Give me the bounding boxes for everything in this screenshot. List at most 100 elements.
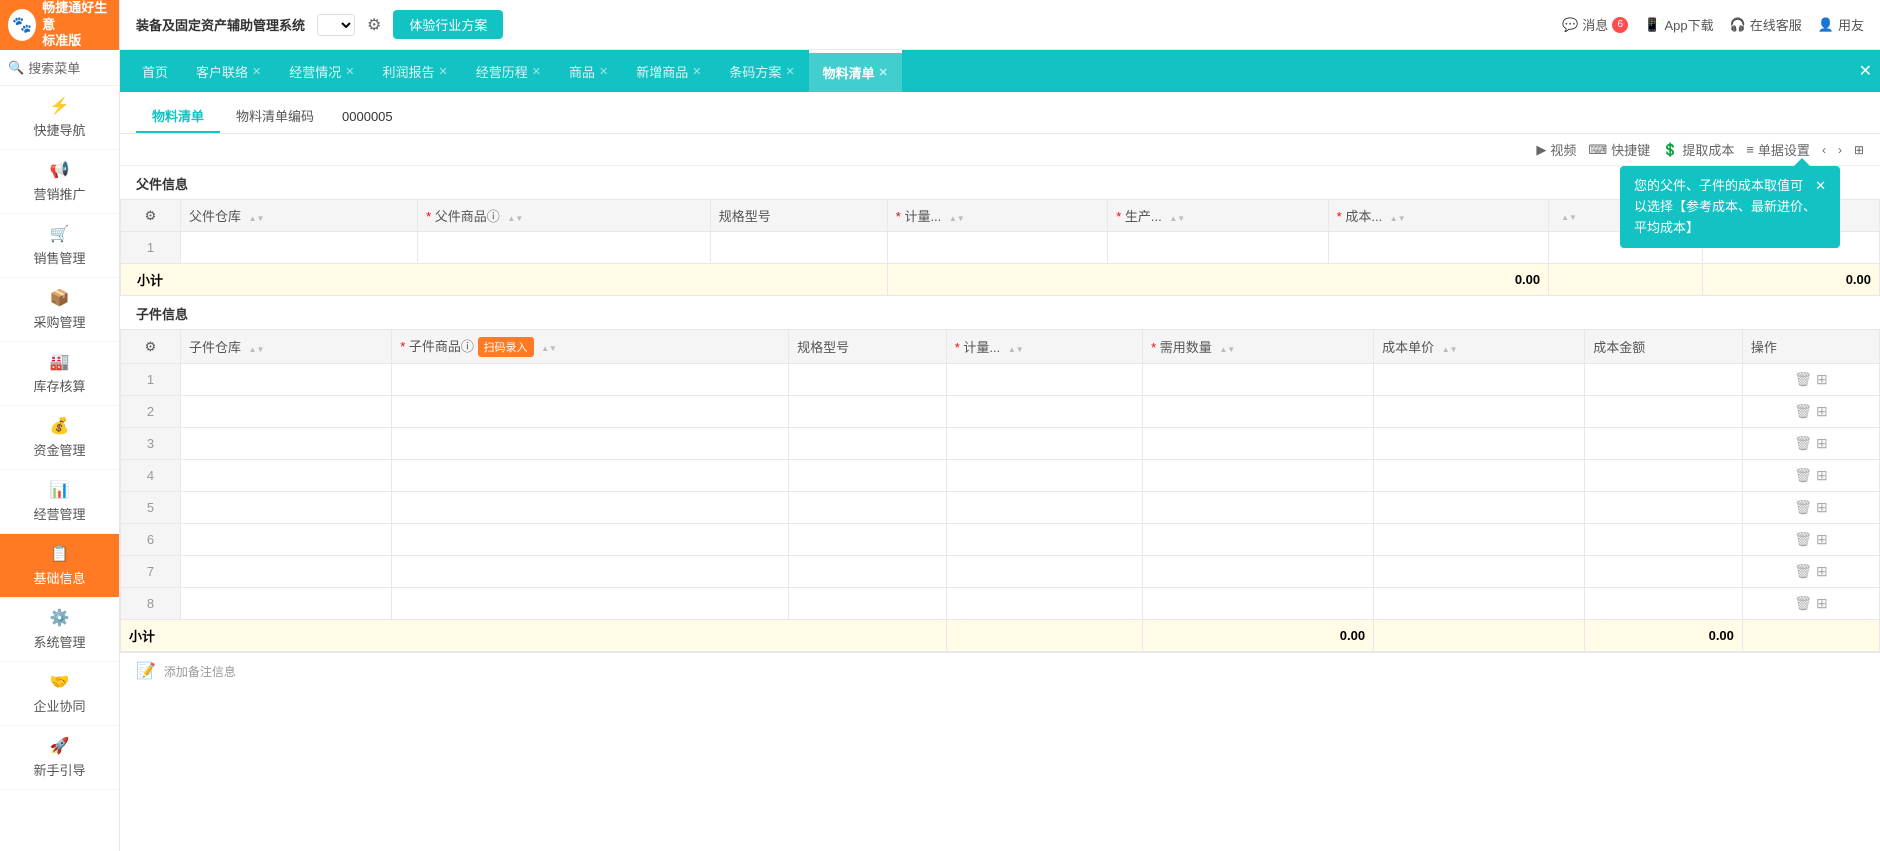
child-unit-6[interactable] [946,524,1142,556]
child-goods-7[interactable] [392,556,789,588]
child-unit-8[interactable] [946,588,1142,620]
child-unit-1[interactable] [946,364,1142,396]
sidebar-item-system[interactable]: ⚙️ 系统管理 [0,598,119,662]
child-cost-price-1[interactable] [1374,364,1585,396]
app-download-btn[interactable]: 📱 App下载 [1644,15,1713,34]
child-warehouse-5[interactable] [181,492,392,524]
tab-operations[interactable]: 经营情况 ✕ [275,50,368,92]
service-btn[interactable]: 🎧 在线客服 [1730,15,1802,34]
tooltip-close[interactable]: ✕ [1815,176,1826,197]
tab-barcode-close[interactable]: ✕ [785,65,794,78]
child-spec-5[interactable] [789,492,947,524]
tab-bom[interactable]: 物料清单 ✕ [809,50,902,92]
child-spec-1[interactable] [789,364,947,396]
delete-icon-2[interactable]: 🗑 [1794,403,1812,420]
tab-goods-close[interactable]: ✕ [599,65,608,78]
delete-icon-1[interactable]: 🗑 [1794,371,1812,388]
single-setting-btn[interactable]: ≡ 单据设置 [1746,140,1810,159]
child-unit-5[interactable] [946,492,1142,524]
child-warehouse-7[interactable] [181,556,392,588]
child-cost-price-8[interactable] [1374,588,1585,620]
child-warehouse-3[interactable] [181,428,392,460]
child-cost-price-5[interactable] [1374,492,1585,524]
tab-bom-close[interactable]: ✕ [879,66,888,79]
parent-spec-1[interactable] [710,232,887,264]
shortcut-btn[interactable]: ⌨ 快捷键 [1588,140,1650,159]
tab-home[interactable]: 首页 [128,50,182,92]
copy-icon-2[interactable]: ⊞ [1816,403,1828,420]
gear-icon[interactable]: ⚙ [367,15,381,35]
child-unit-2[interactable] [946,396,1142,428]
child-warehouse-2[interactable] [181,396,392,428]
nav-next-btn[interactable]: › [1838,143,1842,157]
tab-history[interactable]: 经营历程 ✕ [462,50,555,92]
copy-icon-3[interactable]: ⊞ [1816,435,1828,452]
child-spec-3[interactable] [789,428,947,460]
child-spec-4[interactable] [789,460,947,492]
child-needed-6[interactable] [1143,524,1374,556]
delete-icon-5[interactable]: 🗑 [1794,499,1812,516]
search-menu[interactable]: 🔍 搜索菜单 [0,50,119,86]
parent-goods-1[interactable] [418,232,711,264]
child-goods-8[interactable] [392,588,789,620]
child-needed-3[interactable] [1143,428,1374,460]
delete-icon-8[interactable]: 🗑 [1794,595,1812,612]
message-btn[interactable]: 💬 消息 6 [1562,15,1628,34]
child-unit-3[interactable] [946,428,1142,460]
tab-history-close[interactable]: ✕ [532,65,541,78]
child-needed-8[interactable] [1143,588,1374,620]
layout-icon[interactable]: ⊞ [1854,143,1864,157]
cost-btn[interactable]: 💲 提取成本 [1662,140,1734,159]
child-warehouse-8[interactable] [181,588,392,620]
sub-tab-bom-code[interactable]: 物料清单编码 [220,100,330,133]
trial-button[interactable]: 体验行业方案 [393,10,503,39]
parent-unit-1[interactable] [887,232,1107,264]
sidebar-item-inventory[interactable]: 🏭 库存核算 [0,342,119,406]
copy-icon-4[interactable]: ⊞ [1816,467,1828,484]
sidebar-item-quick-nav[interactable]: ⚡ 快捷导航 [0,86,119,150]
child-cost-price-3[interactable] [1374,428,1585,460]
copy-icon-8[interactable]: ⊞ [1816,595,1828,612]
child-goods-2[interactable] [392,396,789,428]
child-goods-1[interactable] [392,364,789,396]
child-unit-4[interactable] [946,460,1142,492]
child-needed-4[interactable] [1143,460,1374,492]
tab-profit[interactable]: 利润报告 ✕ [368,50,461,92]
user-btn[interactable]: 👤 用友 [1818,15,1864,34]
scan-badge[interactable]: 扫码录入 [478,337,534,357]
bottom-bar-hint[interactable]: 添加备注信息 [164,663,236,680]
sidebar-item-operations[interactable]: 📊 经营管理 [0,470,119,534]
child-goods-3[interactable] [392,428,789,460]
child-spec-2[interactable] [789,396,947,428]
copy-icon-7[interactable]: ⊞ [1816,563,1828,580]
child-warehouse-6[interactable] [181,524,392,556]
tab-operations-close[interactable]: ✕ [345,65,354,78]
tab-customer[interactable]: 客户联络 ✕ [182,50,275,92]
close-all-tabs[interactable]: ✕ [1859,61,1872,81]
child-warehouse-1[interactable] [181,364,392,396]
child-spec-8[interactable] [789,588,947,620]
tab-new-goods[interactable]: 新增商品 ✕ [622,50,715,92]
copy-icon-1[interactable]: ⊞ [1816,371,1828,388]
child-needed-1[interactable] [1143,364,1374,396]
tab-customer-close[interactable]: ✕ [252,65,261,78]
sidebar-item-purchase[interactable]: 📦 采购管理 [0,278,119,342]
copy-icon-5[interactable]: ⊞ [1816,499,1828,516]
sidebar-item-enterprise[interactable]: 🤝 企业协同 [0,662,119,726]
child-cost-price-4[interactable] [1374,460,1585,492]
tab-barcode[interactable]: 条码方案 ✕ [715,50,808,92]
child-needed-5[interactable] [1143,492,1374,524]
system-select[interactable] [317,14,355,36]
parent-col-gear[interactable]: ⚙ [121,200,181,232]
parent-warehouse-1[interactable] [181,232,418,264]
delete-icon-3[interactable]: 🗑 [1794,435,1812,452]
child-needed-2[interactable] [1143,396,1374,428]
child-cost-price-7[interactable] [1374,556,1585,588]
video-btn[interactable]: ▶ 视频 [1536,140,1576,159]
sub-tab-bom-list[interactable]: 物料清单 [136,100,220,133]
copy-icon-6[interactable]: ⊞ [1816,531,1828,548]
nav-prev-btn[interactable]: ‹ [1822,143,1826,157]
sidebar-item-marketing[interactable]: 📢 营销推广 [0,150,119,214]
parent-production-1[interactable] [1108,232,1328,264]
tab-profit-close[interactable]: ✕ [439,65,448,78]
